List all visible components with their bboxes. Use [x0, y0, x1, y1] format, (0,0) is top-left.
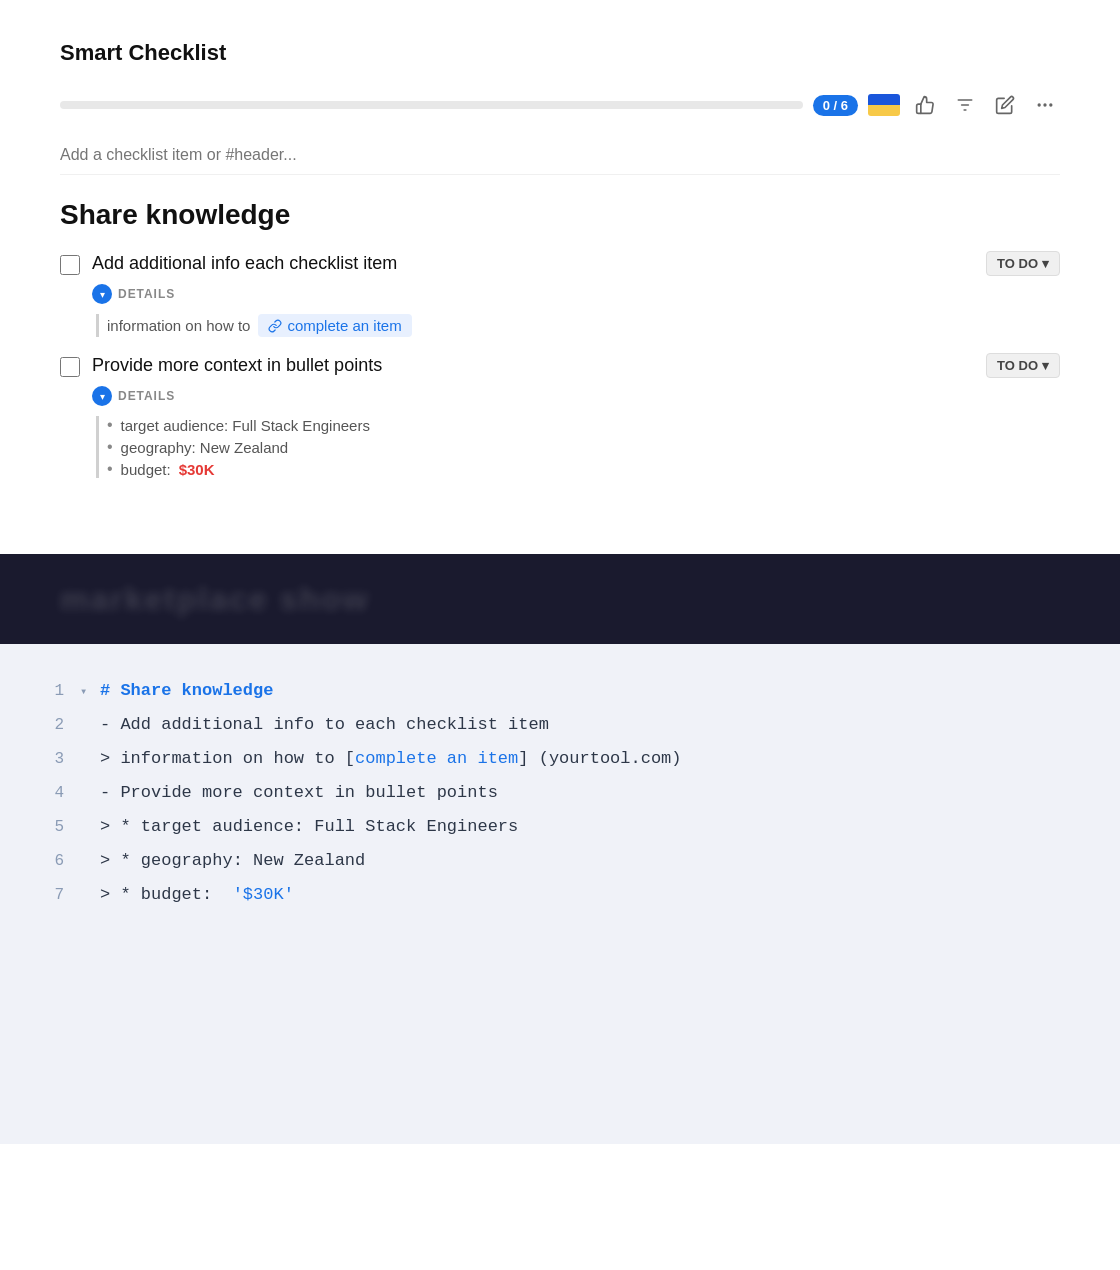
chevron-down-icon: ▾ [1042, 256, 1049, 271]
edit-button[interactable] [990, 90, 1020, 120]
filter-button[interactable] [950, 90, 980, 120]
details-section-1: ▾ DETAILS information on how to complete… [92, 284, 1060, 337]
checkbox-2[interactable] [60, 357, 80, 377]
line-number-4: 4 [40, 777, 80, 809]
details-label-2: DETAILS [118, 389, 175, 403]
line-content-5: > * target audience: Full Stack Engineer… [100, 810, 1080, 844]
bullet-list: target audience: Full Stack Engineers ge… [107, 416, 1060, 478]
code-line-5: 5 > * target audience: Full Stack Engine… [40, 810, 1080, 844]
svg-point-5 [1050, 104, 1052, 106]
budget-code-value: '$30K' [233, 885, 294, 904]
list-item: budget: $30K [107, 460, 1060, 478]
item-label-2: Provide more context in bullet points [92, 353, 974, 378]
todo-badge-1[interactable]: TO DO ▾ [986, 251, 1060, 276]
line-number-1: 1 [40, 675, 80, 707]
details-section-2: ▾ DETAILS target audience: Full Stack En… [92, 386, 1060, 478]
code-editor: 1 ▾ # Share knowledge 2 - Add additional… [40, 674, 1080, 912]
budget-value: $30K [179, 461, 215, 478]
svg-point-3 [1038, 104, 1040, 106]
code-link: complete an item [355, 749, 518, 768]
item-label-1: Add additional info each checklist item [92, 251, 974, 276]
svg-point-4 [1044, 104, 1046, 106]
progress-bar [60, 101, 803, 109]
line-number-5: 5 [40, 811, 80, 843]
blurred-text: marketplace show [60, 581, 369, 618]
line-content-3: > information on how to [complete an ite… [100, 742, 1080, 776]
toolbar: 0 / 6 [60, 90, 1060, 120]
line-number-2: 2 [40, 709, 80, 741]
link-icon [268, 319, 282, 333]
line-content-6: > * geography: New Zealand [100, 844, 1080, 878]
ukraine-flag-icon [868, 94, 900, 116]
details-content-1: information on how to complete an item [96, 314, 1060, 337]
progress-badge: 0 / 6 [813, 95, 858, 116]
add-item-input[interactable] [60, 136, 1060, 175]
details-chevron-icon-2: ▾ [92, 386, 112, 406]
code-line-7: 7 > * budget: '$30K' [40, 878, 1080, 912]
code-line-4: 4 - Provide more context in bullet point… [40, 776, 1080, 810]
todo-badge-2[interactable]: TO DO ▾ [986, 353, 1060, 378]
checklist-item-1: Add additional info each checklist item … [60, 251, 1060, 337]
details-toggle-2[interactable]: ▾ DETAILS [92, 386, 1060, 406]
code-line-3: 3 > information on how to [complete an i… [40, 742, 1080, 776]
line-number-6: 6 [40, 845, 80, 877]
line-content-7: > * budget: '$30K' [100, 878, 1080, 912]
line-content-1: # Share knowledge [100, 674, 1080, 708]
section-title: Share knowledge [60, 199, 1060, 231]
checkbox-1[interactable] [60, 255, 80, 275]
more-button[interactable] [1030, 90, 1060, 120]
line-content-4: - Provide more context in bullet points [100, 776, 1080, 810]
code-line-1: 1 ▾ # Share knowledge [40, 674, 1080, 708]
line-toggle-1[interactable]: ▾ [80, 680, 100, 704]
details-content-2: target audience: Full Stack Engineers ge… [96, 416, 1060, 478]
line-number-3: 3 [40, 743, 80, 775]
list-item: target audience: Full Stack Engineers [107, 416, 1060, 434]
details-text-1: information on how to complete an item [107, 314, 1060, 337]
list-item: geography: New Zealand [107, 438, 1060, 456]
details-chevron-icon-1: ▾ [92, 284, 112, 304]
divider-section: marketplace show [0, 554, 1120, 644]
checklist-item-2: Provide more context in bullet points TO… [60, 353, 1060, 478]
line-number-7: 7 [40, 879, 80, 911]
app-title: Smart Checklist [60, 40, 1060, 66]
complete-item-link[interactable]: complete an item [258, 314, 411, 337]
like-button[interactable] [910, 90, 940, 120]
code-line-2: 2 - Add additional info to each checklis… [40, 708, 1080, 742]
chevron-down-icon-2: ▾ [1042, 358, 1049, 373]
code-editor-section: 1 ▾ # Share knowledge 2 - Add additional… [0, 644, 1120, 1144]
details-label-1: DETAILS [118, 287, 175, 301]
details-toggle-1[interactable]: ▾ DETAILS [92, 284, 1060, 304]
line-content-2: - Add additional info to each checklist … [100, 708, 1080, 742]
code-line-6: 6 > * geography: New Zealand [40, 844, 1080, 878]
top-section: Smart Checklist 0 / 6 [0, 0, 1120, 554]
